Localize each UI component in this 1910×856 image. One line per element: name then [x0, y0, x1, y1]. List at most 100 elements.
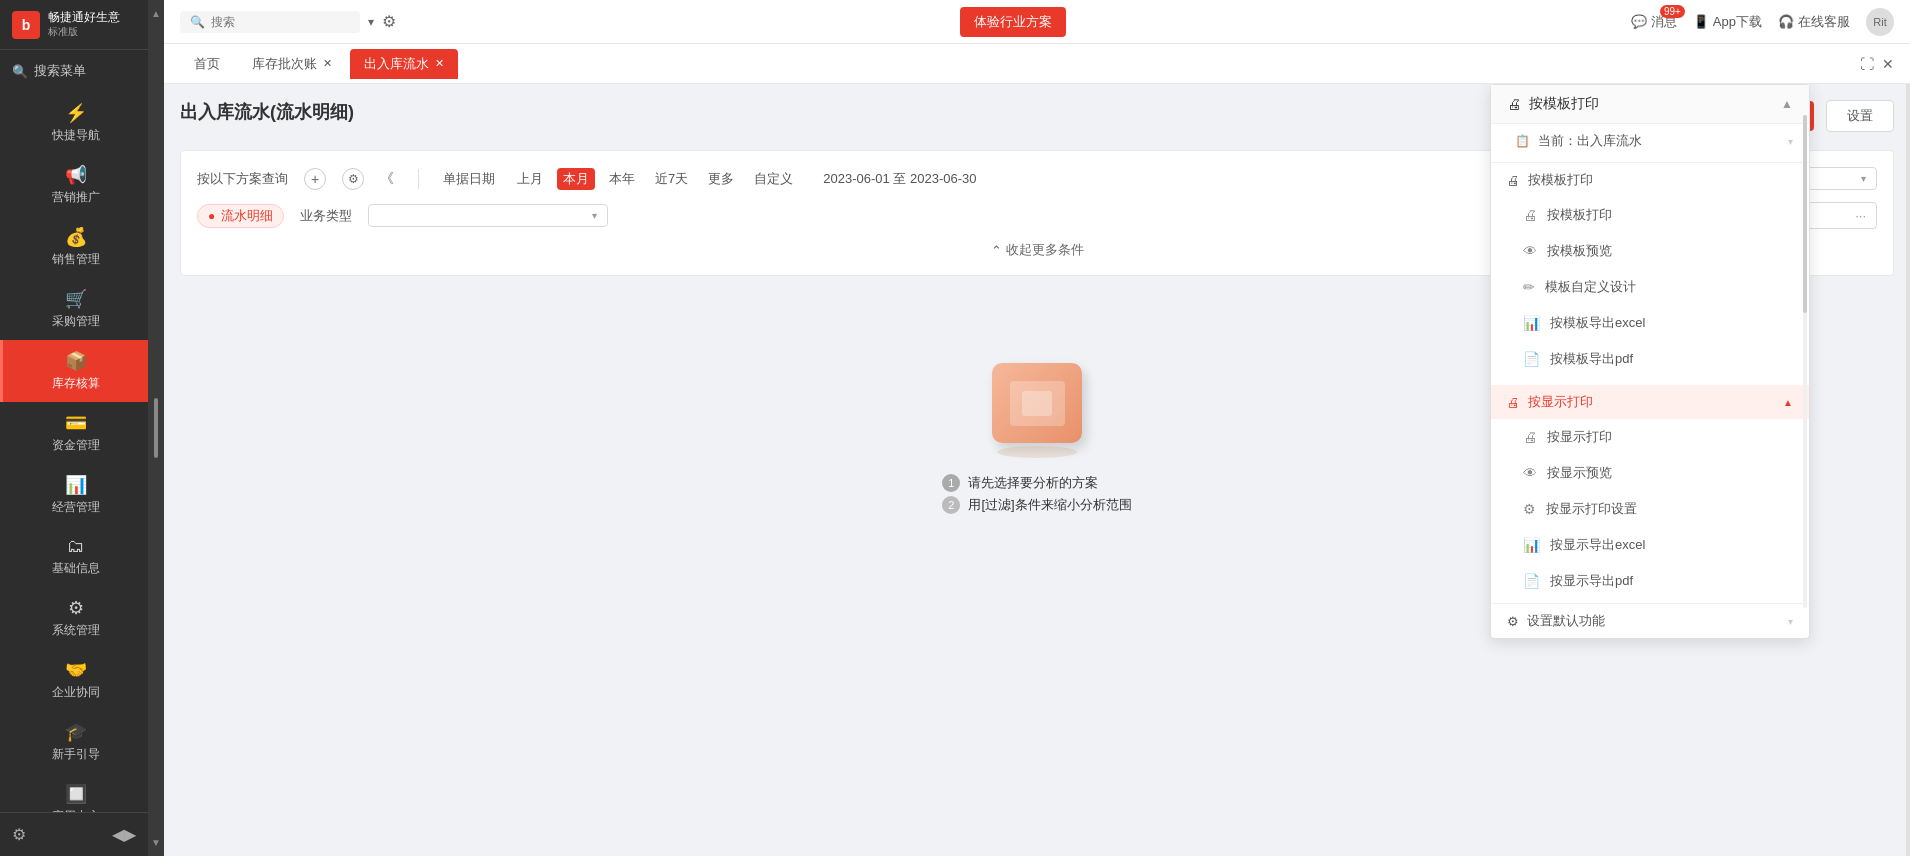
quicknav-label: 快捷导航: [52, 127, 100, 144]
header-settings-icon[interactable]: ⚙: [382, 12, 396, 31]
tab-flow[interactable]: 出入库流水 ✕: [350, 49, 458, 79]
page-scroll-indicator: [1906, 84, 1910, 856]
dropdown-footer[interactable]: ⚙ 设置默认功能 ▾: [1491, 603, 1809, 638]
step1-text: 请先选择要分析的方案: [968, 474, 1098, 492]
guide-label: 新手引导: [52, 746, 100, 763]
dropdown-header: 🖨 按模板打印 ▲: [1491, 85, 1809, 124]
header-dropdown-arrow[interactable]: ▾: [368, 15, 374, 29]
sidebar-item-marketing[interactable]: 📢 营销推广: [0, 154, 148, 216]
sidebar-item-sales[interactable]: 💰 销售管理: [0, 216, 148, 278]
item-display-pdf-icon: 📄: [1523, 573, 1540, 589]
tab-maximize-icon[interactable]: ⛶: [1860, 56, 1874, 72]
top-header: 🔍 ▾ ⚙ 体验行业方案 💬 消息 99+ 📱 App下载 🎧: [164, 0, 1910, 44]
dropdown-item-template-pdf[interactable]: 📄 按模板导出pdf: [1491, 341, 1809, 377]
guide-icon: 🎓: [65, 721, 87, 743]
message-badge: 99+: [1660, 5, 1685, 18]
apps-icon: 🔲: [65, 783, 87, 805]
dropdown-item-display-print[interactable]: 🖨 按显示打印: [1491, 419, 1809, 455]
search-label: 搜索菜单: [34, 62, 86, 80]
sidebar-item-base[interactable]: 🗂 基础信息: [0, 526, 148, 587]
sidebar-item-operation[interactable]: 📊 经营管理: [0, 464, 148, 526]
panel-scrollbar-track: [1803, 115, 1807, 608]
sidebar-scroll-down[interactable]: ▼: [151, 837, 161, 848]
tab-batch[interactable]: 库存批次账 ✕: [238, 49, 346, 79]
filter-settings-button[interactable]: ⚙: [342, 168, 364, 190]
shortcut-last-month[interactable]: 上月: [511, 168, 549, 190]
app-name: 畅捷通好生意: [48, 10, 120, 26]
dropdown-item-display-settings[interactable]: ⚙ 按显示打印设置: [1491, 491, 1809, 527]
app-download-item[interactable]: 📱 App下载: [1693, 13, 1762, 31]
system-icon: ⚙: [68, 597, 84, 619]
display-print-header[interactable]: 🖨 按显示打印 ▲: [1491, 385, 1809, 419]
phone-icon: 📱: [1693, 14, 1709, 29]
set-button[interactable]: 设置: [1826, 100, 1894, 132]
footer-arrow: ▾: [1788, 616, 1793, 627]
item-template-customize-label: 模板自定义设计: [1545, 278, 1636, 296]
inventory-label: 库存核算: [52, 375, 100, 392]
item-display-excel-label: 按显示导出excel: [1550, 536, 1645, 554]
empty-illustration: [977, 348, 1097, 458]
collab-icon: 🤝: [65, 659, 87, 681]
shortcut-this-month[interactable]: 本月: [557, 168, 595, 190]
collapse-sidebar-icon[interactable]: ◀▶: [112, 825, 136, 844]
item-display-print-label: 按显示打印: [1547, 428, 1612, 446]
sidebar-item-inventory[interactable]: 📦 库存核算: [0, 340, 148, 402]
customer-service-item[interactable]: 🎧 在线客服: [1778, 13, 1850, 31]
finance-label: 资金管理: [52, 437, 100, 454]
search-menu-button[interactable]: 🔍 搜索菜单: [12, 58, 136, 84]
sidebar-item-purchase[interactable]: 🛒 采购管理: [0, 278, 148, 340]
sidebar-item-system[interactable]: ⚙ 系统管理: [0, 587, 148, 649]
header-left: 🔍 ▾ ⚙: [180, 11, 396, 33]
sidebar-item-apps[interactable]: 🔲 应用中心: [0, 773, 148, 812]
shortcut-more[interactable]: 更多: [702, 168, 740, 190]
empty-box-shadow: [997, 446, 1077, 458]
system-label: 系统管理: [52, 622, 100, 639]
sidebar-item-collab[interactable]: 🤝 企业协同: [0, 649, 148, 711]
dropdown-collapse-icon[interactable]: ▲: [1781, 97, 1793, 111]
dropdown-item-display-excel[interactable]: 📊 按显示导出excel: [1491, 527, 1809, 563]
business-type-label: 业务类型: [300, 207, 352, 225]
sidebar-item-quicknav[interactable]: ⚡ 快捷导航: [0, 92, 148, 154]
shortcut-7days[interactable]: 近7天: [649, 168, 694, 190]
dropdown-item-display-preview[interactable]: 👁 按显示预览: [1491, 455, 1809, 491]
template-print-header[interactable]: 🖨 按模板打印: [1491, 162, 1809, 197]
shortcut-custom[interactable]: 自定义: [748, 168, 799, 190]
dropdown-item-template-excel[interactable]: 📊 按模板导出excel: [1491, 305, 1809, 341]
header-search-input[interactable]: [211, 15, 350, 29]
empty-step-2: 2 用[过滤]条件来缩小分析范围: [942, 496, 1131, 514]
sidebar-scroll-up[interactable]: ▲: [151, 8, 161, 19]
filter-tag-text: 流水明细: [221, 207, 273, 225]
filter-collapse-icon[interactable]: 《: [380, 170, 394, 188]
dropdown-item-display-pdf[interactable]: 📄 按显示导出pdf: [1491, 563, 1809, 599]
marketing-icon: 📢: [65, 164, 87, 186]
tab-home[interactable]: 首页: [180, 49, 234, 79]
sidebar-nav: ⚡ 快捷导航 📢 营销推广 💰 销售管理 🛒 采购管理 📦 库存核算 💳: [0, 92, 148, 812]
business-type-select[interactable]: ▾: [368, 204, 608, 227]
user-avatar[interactable]: Rit: [1866, 8, 1894, 36]
message-item[interactable]: 💬 消息 99+: [1631, 13, 1677, 31]
item-display-settings-label: 按显示打印设置: [1546, 500, 1637, 518]
filter-add-button[interactable]: +: [304, 168, 326, 190]
trial-button[interactable]: 体验行业方案: [960, 7, 1066, 37]
dropdown-title-text: 按模板打印: [1529, 95, 1599, 113]
business-type-arrow: ▾: [592, 210, 597, 221]
collapse-button[interactable]: ⌃ 收起更多条件: [991, 241, 1084, 259]
tab-flow-close[interactable]: ✕: [435, 57, 444, 70]
dropdown-item-template-print[interactable]: 🖨 按模板打印: [1491, 197, 1809, 233]
sidebar-item-guide[interactable]: 🎓 新手引导: [0, 711, 148, 773]
customer-service-label: 在线客服: [1798, 13, 1850, 31]
headset-icon: 🎧: [1778, 14, 1794, 29]
sidebar-search-section: 🔍 搜索菜单: [0, 50, 148, 92]
tab-close-all-icon[interactable]: ✕: [1882, 56, 1894, 72]
current-selection-item[interactable]: 📋 当前：出入库流水 ▾: [1491, 124, 1809, 158]
tab-batch-close[interactable]: ✕: [323, 57, 332, 70]
settings-bottom-icon[interactable]: ⚙: [12, 825, 26, 844]
step2-text: 用[过滤]条件来缩小分析范围: [968, 496, 1131, 514]
shortcut-this-year[interactable]: 本年: [603, 168, 641, 190]
item-display-print-icon: 🖨: [1523, 429, 1537, 445]
dropdown-item-template-preview[interactable]: 👁 按模板预览: [1491, 233, 1809, 269]
print-dropdown-panel: 🖨 按模板打印 ▲ 📋 当前：出入库流水 ▾: [1490, 84, 1810, 639]
dropdown-item-template-customize[interactable]: ✏ 模板自定义设计: [1491, 269, 1809, 305]
sidebar-item-finance[interactable]: 💳 资金管理: [0, 402, 148, 464]
sales-label: 销售管理: [52, 251, 100, 268]
